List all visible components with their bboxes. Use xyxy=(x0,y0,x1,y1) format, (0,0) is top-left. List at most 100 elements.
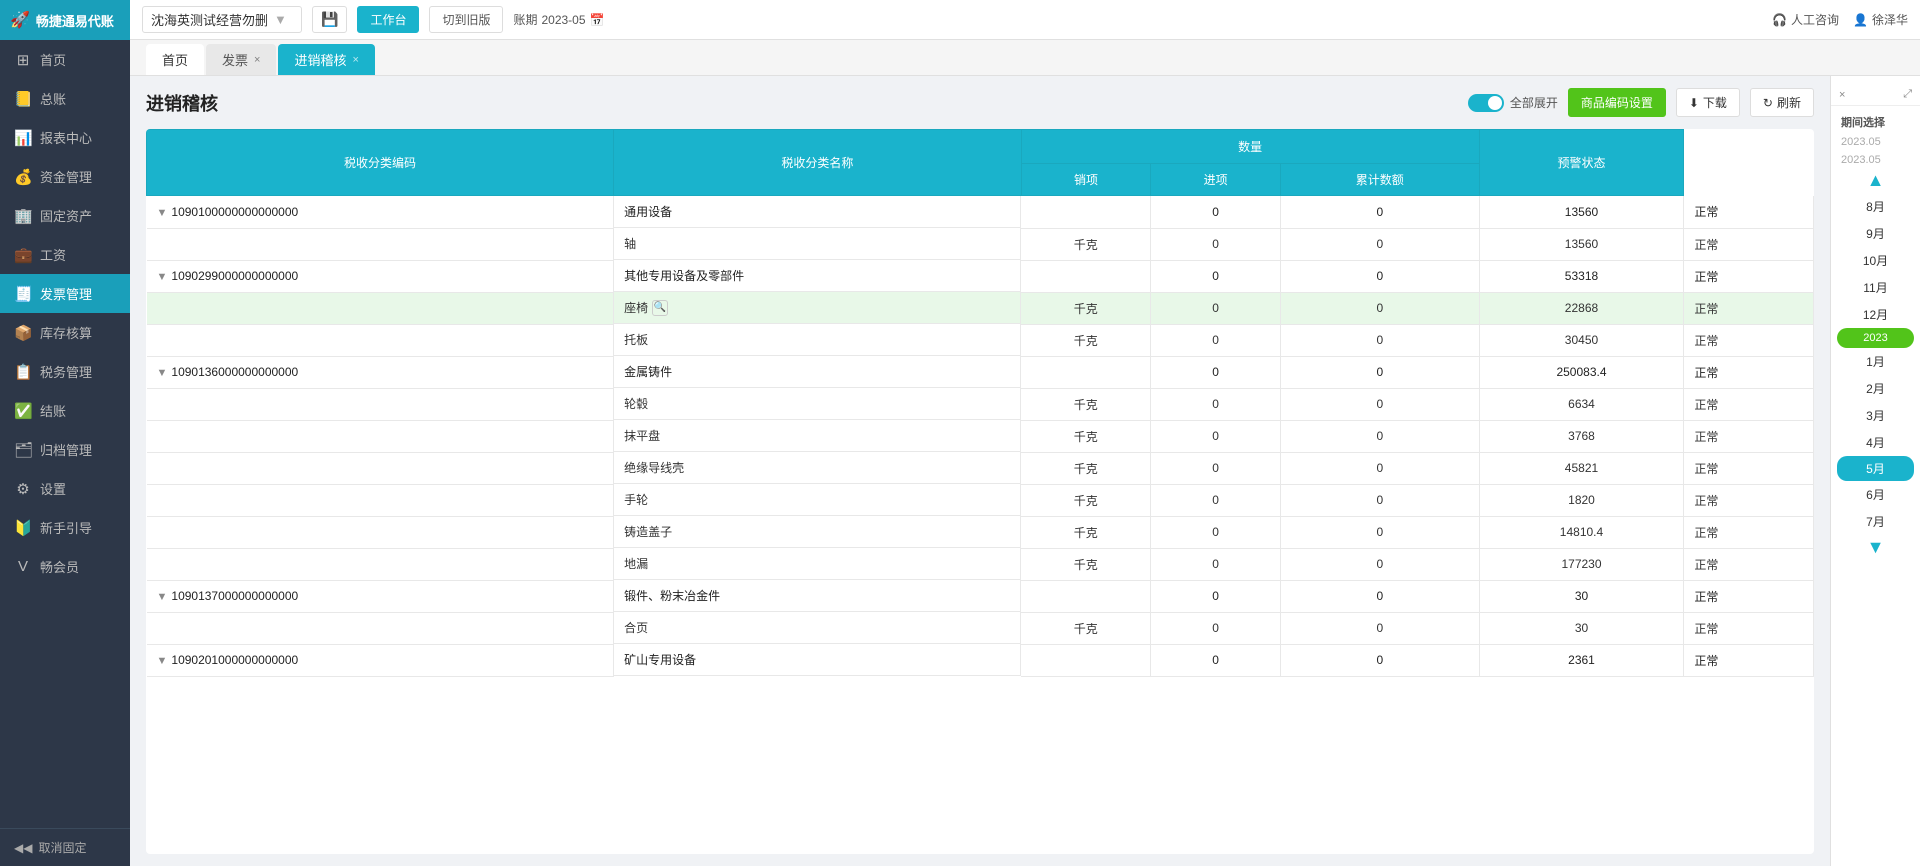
month-item[interactable]: 3月 xyxy=(1831,402,1920,429)
table-row: 绝缘导线壳 千克 0 0 45821 正常 xyxy=(147,452,1814,484)
company-selector[interactable]: 沈海英测试经营勿删 ▼ xyxy=(142,6,302,33)
panel-close-button[interactable]: × xyxy=(1839,89,1845,101)
sidebar-item-tax[interactable]: 📋 税务管理 xyxy=(0,352,130,391)
sidebar-item-assets[interactable]: 🏢 固定资产 xyxy=(0,196,130,235)
sidebar-label-member: 畅会员 xyxy=(40,557,79,576)
month-item[interactable]: 7月 xyxy=(1831,508,1920,535)
sidebar-label-assets: 固定资产 xyxy=(40,206,92,225)
sidebar-label-settings: 设置 xyxy=(40,479,66,498)
support-button[interactable]: 🎧 人工咨询 xyxy=(1772,11,1839,28)
cell-status: 正常 xyxy=(1684,612,1814,644)
funds-icon: 💰 xyxy=(14,168,32,186)
sidebar-logo: 🚀 畅捷通易代账 xyxy=(0,0,130,40)
cell-purchase: 0 xyxy=(1280,260,1479,292)
period-selection-label: 期间选择 xyxy=(1831,110,1920,132)
cell-code xyxy=(147,420,614,452)
chevron-down-icon: ▼ xyxy=(274,12,287,27)
panel-expand-button[interactable]: ⤢ xyxy=(1903,88,1912,101)
month-item[interactable]: 12月 xyxy=(1831,301,1920,328)
cell-unit: 千克 xyxy=(1021,452,1151,484)
cell-purchase: 0 xyxy=(1280,388,1479,420)
sidebar-item-invoice[interactable]: 🧾 发票管理 xyxy=(0,274,130,313)
month-item[interactable]: 2月 xyxy=(1831,375,1920,402)
sidebar-item-salary[interactable]: 💼 工资 xyxy=(0,235,130,274)
refresh-button[interactable]: ↻ 刷新 xyxy=(1750,88,1814,117)
settings-icon: ⚙ xyxy=(14,480,32,498)
expand-icon: ▼ xyxy=(157,271,168,283)
sidebar-item-settings[interactable]: ⚙ 设置 xyxy=(0,469,130,508)
search-small-icon[interactable]: 🔍 xyxy=(652,300,668,316)
year-label-item[interactable]: 2023 xyxy=(1837,328,1914,348)
product-code-settings-button[interactable]: 商品编码设置 xyxy=(1568,88,1666,117)
cell-name: 通用设备 xyxy=(614,196,1021,228)
month-item[interactable]: 10月 xyxy=(1831,247,1920,274)
user-menu[interactable]: 👤 徐泽华 xyxy=(1853,11,1908,28)
tab-invoice[interactable]: 发票 × xyxy=(206,44,276,75)
workbench-button[interactable]: 工作台 xyxy=(357,6,419,33)
cell-name: 金属铸件 xyxy=(614,356,1021,388)
sidebar: 🚀 畅捷通易代账 ⊞ 首页 📒 总账 📊 报表中心 💰 资金管理 🏢 固定资产 … xyxy=(0,0,130,866)
cell-total: 30450 xyxy=(1479,324,1684,356)
expand-toggle-label: 全部展开 xyxy=(1510,94,1558,111)
month-item[interactable]: 4月 xyxy=(1831,429,1920,456)
cell-status: 正常 xyxy=(1684,420,1814,452)
cell-purchase: 0 xyxy=(1280,420,1479,452)
sidebar-item-guide[interactable]: 🔰 新手引导 xyxy=(0,508,130,547)
cell-status: 正常 xyxy=(1684,228,1814,260)
switch-version-button[interactable]: 切到旧版 xyxy=(429,6,503,33)
month-item[interactable]: 9月 xyxy=(1831,220,1920,247)
tab-invoice-close[interactable]: × xyxy=(254,54,260,66)
sidebar-item-home[interactable]: ⊞ 首页 xyxy=(0,40,130,79)
cell-purchase: 0 xyxy=(1280,548,1479,580)
cell-unit xyxy=(1021,356,1151,388)
right-panel: × ⤢ 期间选择 2023.05 2023.05 ▲ 8月9月10月11月12月… xyxy=(1830,76,1920,866)
cell-sales: 0 xyxy=(1151,260,1281,292)
month-item[interactable]: 1月 xyxy=(1831,348,1920,375)
refresh-label: 刷新 xyxy=(1777,94,1801,111)
expand-icon: ▼ xyxy=(157,655,168,667)
calendar-icon[interactable]: 📅 xyxy=(590,13,605,27)
sidebar-item-inventory[interactable]: 📦 库存核算 xyxy=(0,313,130,352)
period-display: 账期 2023-05 📅 xyxy=(513,11,604,28)
sidebar-label-guide: 新手引导 xyxy=(40,518,92,537)
scroll-down-button[interactable]: ▼ xyxy=(1831,535,1920,560)
month-item[interactable]: 6月 xyxy=(1831,481,1920,508)
cell-status: 正常 xyxy=(1684,292,1814,324)
expand-toggle[interactable] xyxy=(1468,94,1504,112)
save-draft-button[interactable]: 💾 xyxy=(312,6,347,33)
tab-reconcile[interactable]: 进销稽核 × xyxy=(278,44,374,75)
sidebar-item-archive[interactable]: 🗂 归档管理 xyxy=(0,430,130,469)
download-button[interactable]: ⬇ 下载 xyxy=(1676,88,1740,117)
cell-unit: 千克 xyxy=(1021,420,1151,452)
sidebar-item-funds[interactable]: 💰 资金管理 xyxy=(0,157,130,196)
tab-reconcile-close[interactable]: × xyxy=(352,54,358,66)
month-item[interactable]: 11月 xyxy=(1831,274,1920,301)
sidebar-item-settlement[interactable]: ✅ 结账 xyxy=(0,391,130,430)
cell-sales: 0 xyxy=(1151,324,1281,356)
month-item[interactable]: 8月 xyxy=(1831,193,1920,220)
user-icon: 👤 xyxy=(1853,13,1868,27)
sidebar-item-ledger[interactable]: 📒 总账 xyxy=(0,79,130,118)
reconcile-table: 税收分类编码 税收分类名称 数量 预警状态 销项 进项 累计数额 ▼109010 xyxy=(146,129,1814,677)
scroll-up-button[interactable]: ▲ xyxy=(1831,168,1920,193)
active-month-item[interactable]: 5月 xyxy=(1837,456,1914,481)
cell-status: 正常 xyxy=(1684,388,1814,420)
cell-name: 地漏 xyxy=(614,548,1021,580)
tab-home[interactable]: 首页 xyxy=(146,44,204,75)
cell-sales: 0 xyxy=(1151,516,1281,548)
sidebar-pin-toggle[interactable]: ◀◀ 取消固定 xyxy=(0,828,130,866)
download-label: 下载 xyxy=(1703,94,1727,111)
main-area: 沈海英测试经营勿删 ▼ 💾 工作台 切到旧版 账期 2023-05 📅 🎧 人工… xyxy=(130,0,1920,866)
sidebar-item-reports[interactable]: 📊 报表中心 xyxy=(0,118,130,157)
cell-purchase: 0 xyxy=(1280,644,1479,676)
table-row: 托板 千克 0 0 30450 正常 xyxy=(147,324,1814,356)
sidebar-item-member[interactable]: V 畅会员 xyxy=(0,547,130,586)
table-row: 座椅 🔍 千克 0 0 22868 正常 xyxy=(147,292,1814,324)
tab-home-label: 首页 xyxy=(162,50,188,69)
cell-sales: 0 xyxy=(1151,196,1281,229)
table-row: ▼1090201000000000000 矿山专用设备 0 0 2361 正常 xyxy=(147,644,1814,676)
cell-name: 轴 xyxy=(614,228,1021,260)
col-total: 累计数额 xyxy=(1280,164,1479,196)
cell-unit: 千克 xyxy=(1021,484,1151,516)
sidebar-label-tax: 税务管理 xyxy=(40,362,92,381)
